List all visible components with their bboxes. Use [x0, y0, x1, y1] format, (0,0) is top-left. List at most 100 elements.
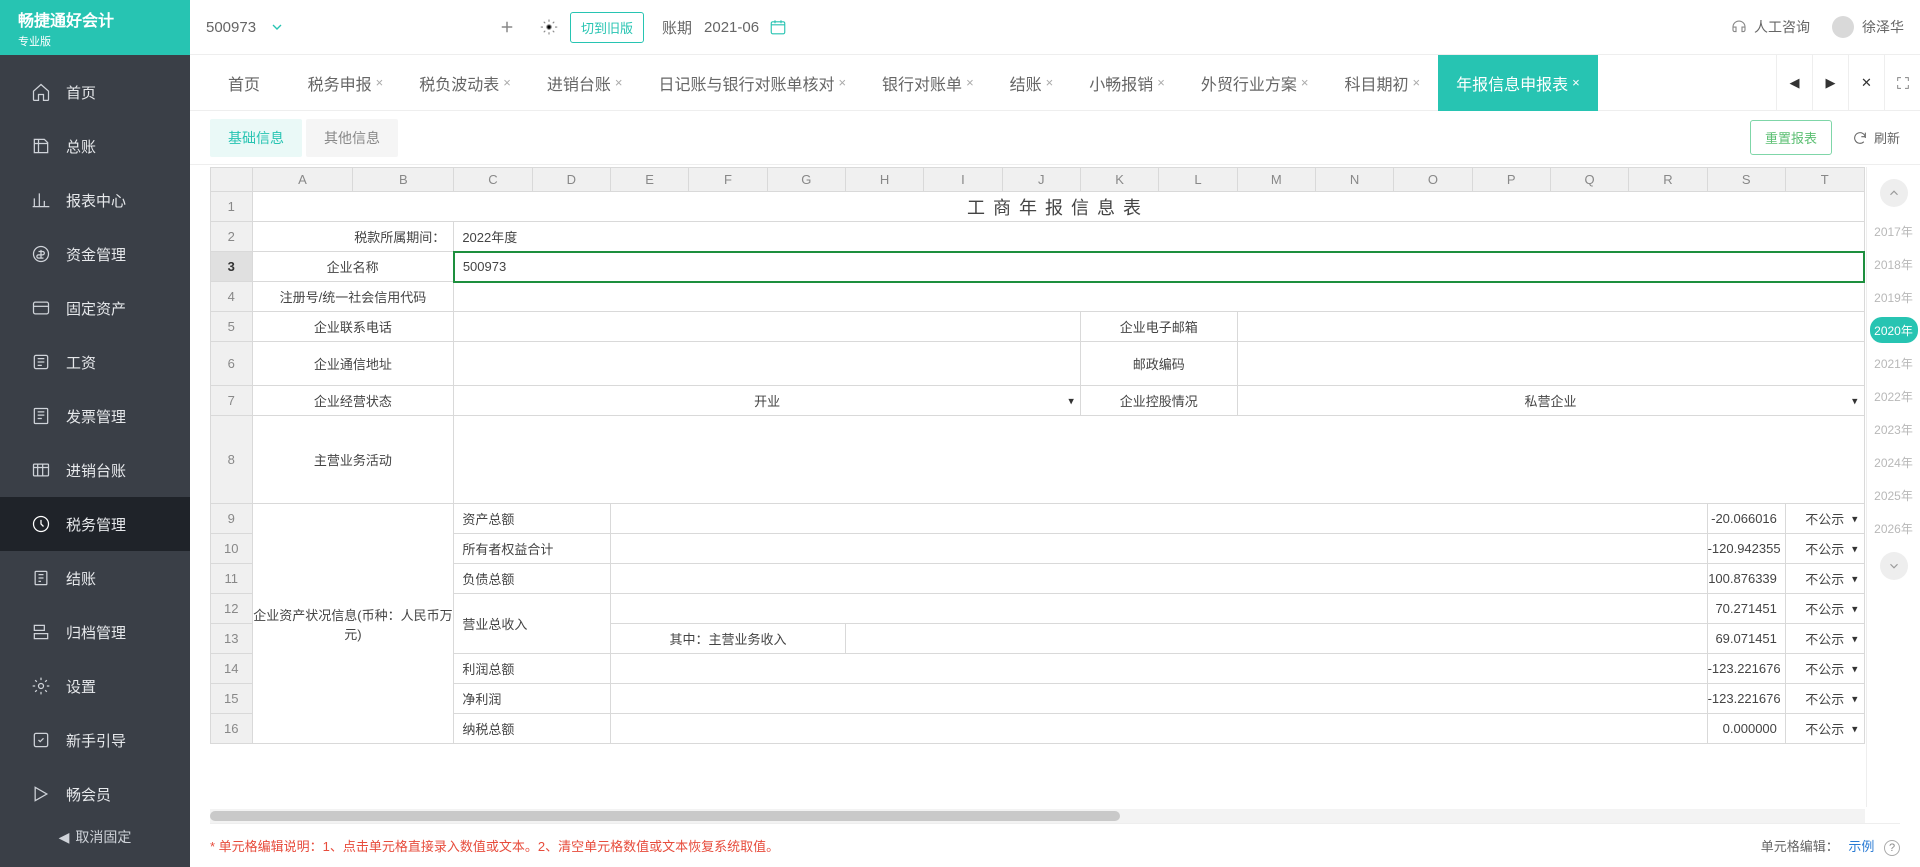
select-all-cell[interactable] [211, 168, 253, 192]
sidebar-item-12[interactable]: 新手引导 [0, 713, 190, 767]
refresh-button[interactable]: 刷新 [1852, 128, 1900, 147]
old-version-button[interactable]: 切到旧版 [570, 12, 644, 43]
year-scroll-down[interactable] [1880, 552, 1908, 580]
sidebar-item-7[interactable]: 进销台账 [0, 443, 190, 497]
tab-3[interactable]: 进销台账× [529, 55, 641, 111]
sidebar-item-11[interactable]: 设置 [0, 659, 190, 713]
tab-close-icon[interactable]: × [1301, 75, 1309, 90]
col-header[interactable]: N [1315, 168, 1393, 192]
subtab-other-info[interactable]: 其他信息 [306, 119, 398, 157]
tab-10[interactable]: 年报信息申报表× [1438, 55, 1598, 111]
year-2025年[interactable]: 2025年 [1870, 482, 1918, 508]
publish-select[interactable]: 不公示 [1785, 564, 1864, 594]
tab-9[interactable]: 科目期初× [1326, 55, 1438, 111]
help-icon[interactable]: ? [1884, 840, 1900, 856]
reset-report-button[interactable]: 重置报表 [1750, 120, 1832, 155]
value-cell[interactable]: 70.271451 [1707, 594, 1785, 624]
tab-close-icon[interactable]: × [966, 75, 974, 90]
year-2019年[interactable]: 2019年 [1870, 284, 1918, 310]
fullscreen-button[interactable] [1884, 55, 1920, 111]
col-header[interactable]: E [610, 168, 688, 192]
tabs-close-all[interactable]: ✕ [1848, 55, 1884, 111]
accounting-period[interactable]: 账期 2021-06 [662, 17, 787, 38]
value-cell[interactable]: 100.876339 [1707, 564, 1785, 594]
tab-7[interactable]: 小畅报销× [1071, 55, 1183, 111]
col-header[interactable]: F [689, 168, 767, 192]
tab-close-icon[interactable]: × [1046, 75, 1054, 90]
col-header[interactable]: M [1237, 168, 1315, 192]
year-2018年[interactable]: 2018年 [1870, 251, 1918, 277]
publish-select[interactable]: 不公示 [1785, 534, 1864, 564]
support-button[interactable]: 人工咨询 [1730, 17, 1810, 37]
tab-4[interactable]: 日记账与银行对账单核对× [640, 55, 864, 111]
col-header[interactable]: A [252, 168, 353, 192]
year-2023年[interactable]: 2023年 [1870, 416, 1918, 442]
tab-2[interactable]: 税负波动表× [401, 55, 529, 111]
company-name-cell[interactable]: 500973 [454, 252, 1864, 282]
col-header[interactable]: I [924, 168, 1002, 192]
year-2017年[interactable]: 2017年 [1870, 218, 1918, 244]
gear-icon[interactable] [538, 16, 560, 38]
value-cell[interactable]: -120.942355 [1707, 534, 1785, 564]
operating-status-select[interactable]: 开业 [454, 386, 1081, 416]
col-header[interactable]: R [1629, 168, 1707, 192]
tab-5[interactable]: 银行对账单× [864, 55, 992, 111]
unpin-button[interactable]: ◀ 取消固定 [0, 827, 190, 847]
publish-select[interactable]: 不公示 [1785, 594, 1864, 624]
sidebar-item-1[interactable]: 总账 [0, 119, 190, 173]
holding-type-select[interactable]: 私营企业 [1237, 386, 1864, 416]
horizontal-scrollbar[interactable] [210, 809, 1865, 823]
col-header[interactable]: J [1002, 168, 1080, 192]
year-2021年[interactable]: 2021年 [1870, 350, 1918, 376]
publish-select[interactable]: 不公示 [1785, 714, 1864, 744]
col-header[interactable]: K [1080, 168, 1158, 192]
col-header[interactable]: C [454, 168, 532, 192]
col-header[interactable]: H [845, 168, 923, 192]
col-header[interactable]: G [767, 168, 845, 192]
sidebar-item-5[interactable]: 工资 [0, 335, 190, 389]
sidebar-item-9[interactable]: 结账 [0, 551, 190, 605]
sidebar-item-13[interactable]: 畅会员 [0, 767, 190, 821]
col-header[interactable]: L [1159, 168, 1237, 192]
tab-close-icon[interactable]: × [1572, 75, 1580, 90]
col-header[interactable]: D [532, 168, 610, 192]
col-header[interactable]: S [1707, 168, 1785, 192]
subtab-basic-info[interactable]: 基础信息 [210, 119, 302, 157]
tabs-scroll-right[interactable]: ▶ [1812, 55, 1848, 111]
company-selector[interactable]: 500973 [206, 16, 486, 38]
tab-close-icon[interactable]: × [503, 75, 511, 90]
tab-close-icon[interactable]: × [1413, 75, 1421, 90]
publish-select[interactable]: 不公示 [1785, 684, 1864, 714]
col-header[interactable]: B [353, 168, 454, 192]
tab-close-icon[interactable]: × [1157, 75, 1165, 90]
year-scroll-up[interactable] [1880, 179, 1908, 207]
tabs-scroll-left[interactable]: ◀ [1776, 55, 1812, 111]
add-icon[interactable] [496, 16, 518, 38]
publish-select[interactable]: 不公示 [1785, 654, 1864, 684]
sidebar-item-3[interactable]: 资金管理 [0, 227, 190, 281]
tab-6[interactable]: 结账× [992, 55, 1072, 111]
publish-select[interactable]: 不公示 [1785, 624, 1864, 654]
col-header[interactable]: Q [1550, 168, 1628, 192]
sidebar-item-10[interactable]: 归档管理 [0, 605, 190, 659]
tab-8[interactable]: 外贸行业方案× [1183, 55, 1327, 111]
year-2026年[interactable]: 2026年 [1870, 515, 1918, 541]
value-cell[interactable]: -20.066016 [1707, 504, 1785, 534]
sidebar-item-8[interactable]: 税务管理 [0, 497, 190, 551]
tab-close-icon[interactable]: × [615, 75, 623, 90]
year-2024年[interactable]: 2024年 [1870, 449, 1918, 475]
value-cell[interactable]: 69.071451 [1707, 624, 1785, 654]
user-menu[interactable]: 徐泽华 [1832, 16, 1904, 38]
year-2022年[interactable]: 2022年 [1870, 383, 1918, 409]
tab-close-icon[interactable]: × [376, 75, 384, 90]
example-link[interactable]: 示例 [1848, 839, 1874, 854]
publish-select[interactable]: 不公示 [1785, 504, 1864, 534]
year-2020年[interactable]: 2020年 [1870, 317, 1918, 343]
sidebar-item-4[interactable]: 固定资产 [0, 281, 190, 335]
sidebar-item-0[interactable]: 首页 [0, 65, 190, 119]
tab-close-icon[interactable]: × [838, 75, 846, 90]
col-header[interactable]: T [1785, 168, 1864, 192]
tab-0[interactable]: 首页× [210, 55, 290, 111]
value-cell[interactable]: -123.221676 [1707, 684, 1785, 714]
col-header[interactable]: P [1472, 168, 1550, 192]
